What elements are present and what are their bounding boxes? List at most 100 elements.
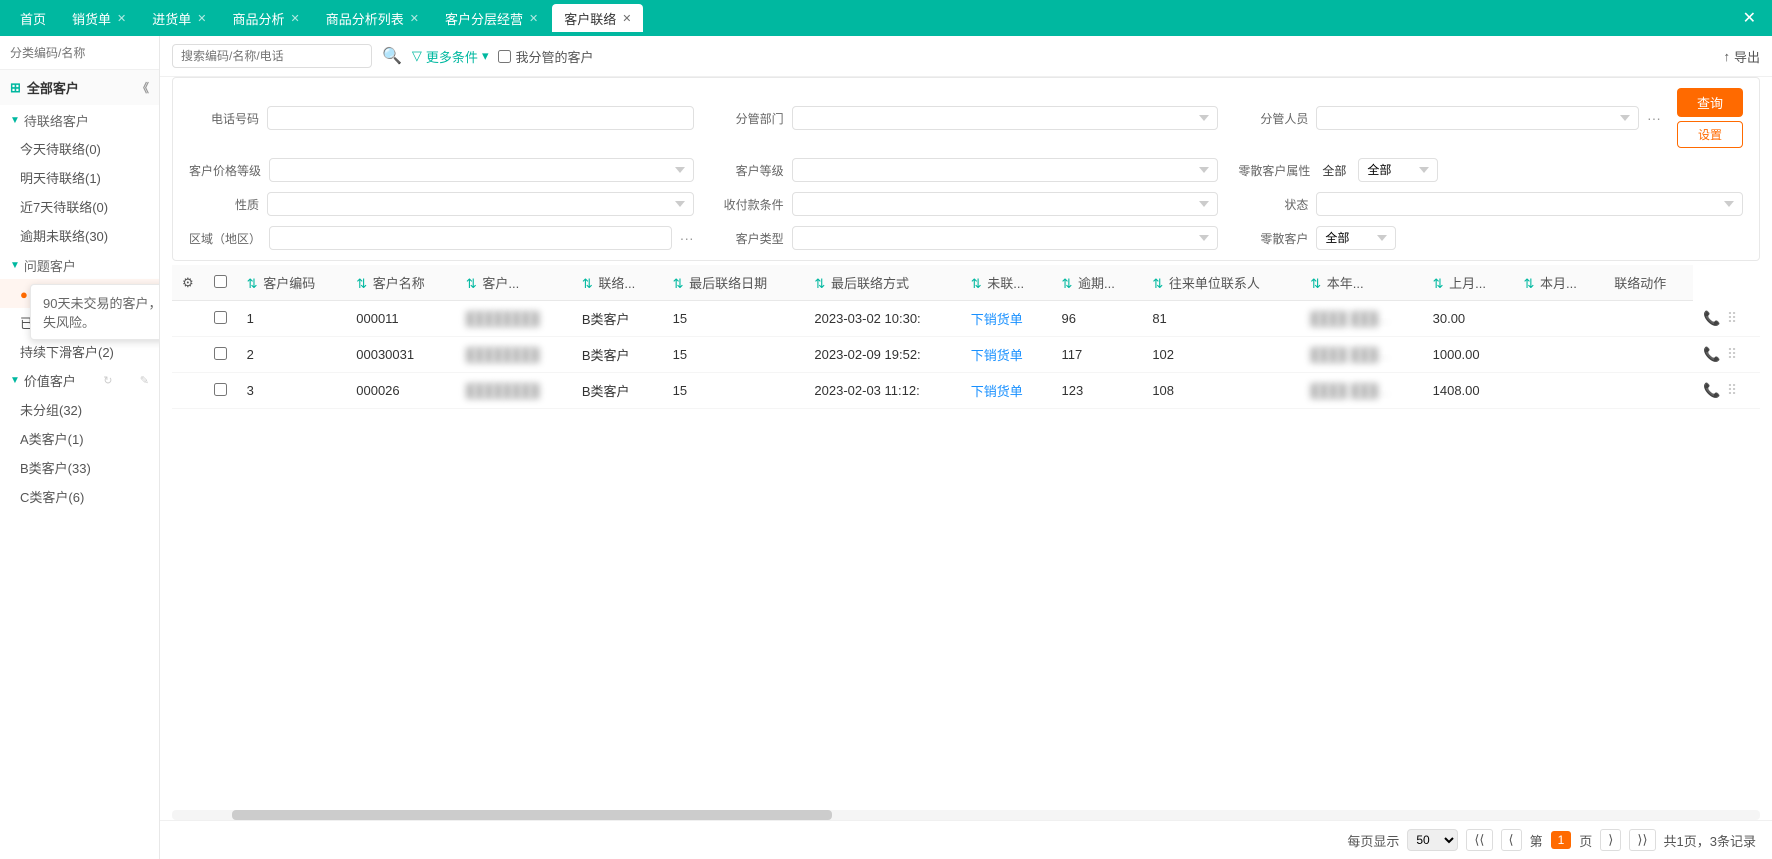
sidebar-item-today[interactable]: 今天待联络(0) bbox=[0, 134, 159, 163]
tab-analysis-list[interactable]: 商品分析列表 ✕ bbox=[314, 4, 431, 32]
last-method-link[interactable]: 下销货单 bbox=[971, 312, 1023, 327]
manager-dots[interactable]: ··· bbox=[1647, 110, 1661, 126]
sidebar-item-tomorrow[interactable]: 明天待联络(1) bbox=[0, 163, 159, 192]
col-name-header[interactable]: ⇅ 客户名称 bbox=[346, 265, 456, 301]
status-select[interactable] bbox=[1316, 192, 1743, 216]
col-type-header[interactable]: ⇅ 客户... bbox=[456, 265, 572, 301]
row-checkbox-cell[interactable] bbox=[204, 301, 237, 337]
export-button[interactable]: ↑ 导出 bbox=[1723, 47, 1760, 66]
sort-icon[interactable]: ⇅ bbox=[1062, 276, 1073, 291]
sidebar-item-7days[interactable]: 近7天待联络(0) bbox=[0, 192, 159, 221]
sidebar-item-declining[interactable]: 持续下滑客户(2) bbox=[0, 337, 159, 366]
contact-icon[interactable]: 📞 bbox=[1703, 310, 1720, 327]
tab-purchase[interactable]: 进货单 ✕ bbox=[140, 4, 218, 32]
col-settings-header[interactable]: ⚙ bbox=[172, 265, 204, 301]
sort-icon[interactable]: ⇅ bbox=[582, 276, 593, 291]
col-this-year-header[interactable]: ⇅ 本年... bbox=[1300, 265, 1422, 301]
row-last-method-cell[interactable]: 下销货单 bbox=[961, 301, 1052, 337]
sidebar-group-value[interactable]: ▼ 价值客户 ↻ ✎ bbox=[0, 366, 159, 395]
sort-icon[interactable]: ⇅ bbox=[971, 276, 982, 291]
per-page-select[interactable]: 50 100 200 bbox=[1407, 829, 1458, 851]
query-button[interactable]: 查询 bbox=[1677, 88, 1743, 117]
close-icon[interactable]: ✕ bbox=[622, 12, 631, 25]
search-button[interactable]: 🔍 bbox=[382, 46, 402, 66]
price-level-select[interactable] bbox=[269, 158, 694, 182]
more-conditions-button[interactable]: ▽ 更多条件 ▾ bbox=[412, 47, 489, 66]
scatter-customer-select[interactable]: 全部 bbox=[1316, 226, 1396, 250]
scroll-thumb[interactable] bbox=[232, 810, 832, 820]
tab-customer-layer[interactable]: 客户分层经营 ✕ bbox=[433, 4, 550, 32]
last-method-link[interactable]: 下销货单 bbox=[971, 384, 1023, 399]
settings-icon[interactable]: ⚙ bbox=[182, 275, 194, 290]
region-input[interactable] bbox=[269, 226, 672, 250]
manager-select[interactable] bbox=[1316, 106, 1639, 130]
settings-button[interactable]: 设置 bbox=[1677, 121, 1743, 148]
sort-icon[interactable]: ⇅ bbox=[356, 276, 367, 291]
next-page-button[interactable]: ⟩ bbox=[1600, 829, 1621, 851]
row-last-method-cell[interactable]: 下销货单 bbox=[961, 373, 1052, 409]
edit-icon[interactable]: ✎ bbox=[140, 374, 149, 387]
sort-icon[interactable]: ⇅ bbox=[1310, 276, 1321, 291]
contact-icon[interactable]: 📞 bbox=[1703, 346, 1720, 363]
region-dots[interactable]: ··· bbox=[680, 230, 694, 246]
tab-customer-contact[interactable]: 客户联络 ✕ bbox=[552, 4, 643, 32]
close-icon[interactable]: ✕ bbox=[291, 12, 300, 25]
close-icon[interactable]: ✕ bbox=[197, 12, 206, 25]
phone-input[interactable] bbox=[267, 106, 694, 130]
first-page-button[interactable]: ⟨⟨ bbox=[1466, 829, 1492, 851]
col-uncontacted-header[interactable]: ⇅ 未联... bbox=[961, 265, 1052, 301]
customer-type-select[interactable] bbox=[792, 226, 1219, 250]
col-last-date-header[interactable]: ⇅ 最后联络日期 bbox=[663, 265, 805, 301]
my-customers-checkbox-label[interactable]: 我分管的客户 bbox=[498, 47, 593, 66]
col-last-month-header[interactable]: ⇅ 上月... bbox=[1423, 265, 1514, 301]
more-action-icon[interactable]: ⠿ bbox=[1727, 346, 1737, 363]
tab-home[interactable]: 首页 bbox=[8, 4, 58, 32]
sidebar-item-ungrouped[interactable]: 未分组(32) bbox=[0, 395, 159, 424]
select-all-checkbox[interactable] bbox=[214, 275, 227, 288]
horizontal-scrollbar[interactable] bbox=[172, 810, 1760, 820]
sort-icon[interactable]: ⇅ bbox=[1152, 276, 1163, 291]
sort-icon[interactable]: ⇅ bbox=[466, 276, 477, 291]
col-last-method-header[interactable]: ⇅ 最后联络方式 bbox=[804, 265, 960, 301]
refresh-icon[interactable]: ↻ bbox=[103, 374, 112, 387]
sidebar-item-class-c[interactable]: C类客户(6) bbox=[0, 482, 159, 511]
sidebar-group-problem[interactable]: ▼ 问题客户 bbox=[0, 250, 159, 279]
close-icon[interactable]: ✕ bbox=[117, 12, 126, 25]
col-checkbox-header[interactable] bbox=[204, 265, 237, 301]
payment-select[interactable] bbox=[792, 192, 1219, 216]
col-contact-person-header[interactable]: ⇅ 往来单位联系人 bbox=[1142, 265, 1300, 301]
last-method-link[interactable]: 下销货单 bbox=[971, 348, 1023, 363]
close-icon[interactable]: ✕ bbox=[529, 12, 538, 25]
nature-select[interactable] bbox=[267, 192, 694, 216]
contact-icon[interactable]: 📞 bbox=[1703, 382, 1720, 399]
row-checkbox-cell[interactable] bbox=[204, 373, 237, 409]
sort-icon[interactable]: ⇅ bbox=[673, 276, 684, 291]
sort-icon[interactable]: ⇅ bbox=[814, 276, 825, 291]
col-this-month-header[interactable]: ⇅ 本月... bbox=[1513, 265, 1604, 301]
sidebar-group-pending[interactable]: ▼ 待联络客户 bbox=[0, 105, 159, 134]
tab-analysis[interactable]: 商品分析 ✕ bbox=[220, 4, 311, 32]
customer-level-select[interactable] bbox=[792, 158, 1219, 182]
col-code-header[interactable]: ⇅ 客户编码 bbox=[237, 265, 347, 301]
more-action-icon[interactable]: ⠿ bbox=[1727, 382, 1737, 399]
sidebar-item-class-a[interactable]: A类客户(1) bbox=[0, 424, 159, 453]
search-input[interactable] bbox=[172, 44, 372, 68]
col-contact-count-header[interactable]: ⇅ 联络... bbox=[572, 265, 663, 301]
close-icon[interactable]: ✕ bbox=[410, 12, 419, 25]
my-customers-checkbox[interactable] bbox=[498, 50, 511, 63]
sort-icon[interactable]: ⇅ bbox=[1523, 276, 1534, 291]
row-checkbox[interactable] bbox=[214, 311, 227, 324]
close-all-button[interactable]: ✕ bbox=[1735, 8, 1764, 28]
sidebar-item-class-b[interactable]: B类客户(33) bbox=[0, 453, 159, 482]
row-checkbox[interactable] bbox=[214, 383, 227, 396]
scatter-attr-select[interactable]: 全部 bbox=[1358, 158, 1438, 182]
collapse-icon[interactable]: 《 bbox=[137, 79, 149, 96]
more-action-icon[interactable]: ⠿ bbox=[1727, 310, 1737, 327]
dept-select[interactable] bbox=[792, 106, 1219, 130]
sort-icon[interactable]: ⇅ bbox=[247, 276, 258, 291]
row-checkbox[interactable] bbox=[214, 347, 227, 360]
tab-sales[interactable]: 销货单 ✕ bbox=[60, 4, 138, 32]
row-checkbox-cell[interactable] bbox=[204, 337, 237, 373]
prev-page-button[interactable]: ⟨ bbox=[1501, 829, 1522, 851]
col-overdue-header[interactable]: ⇅ 逾期... bbox=[1052, 265, 1143, 301]
